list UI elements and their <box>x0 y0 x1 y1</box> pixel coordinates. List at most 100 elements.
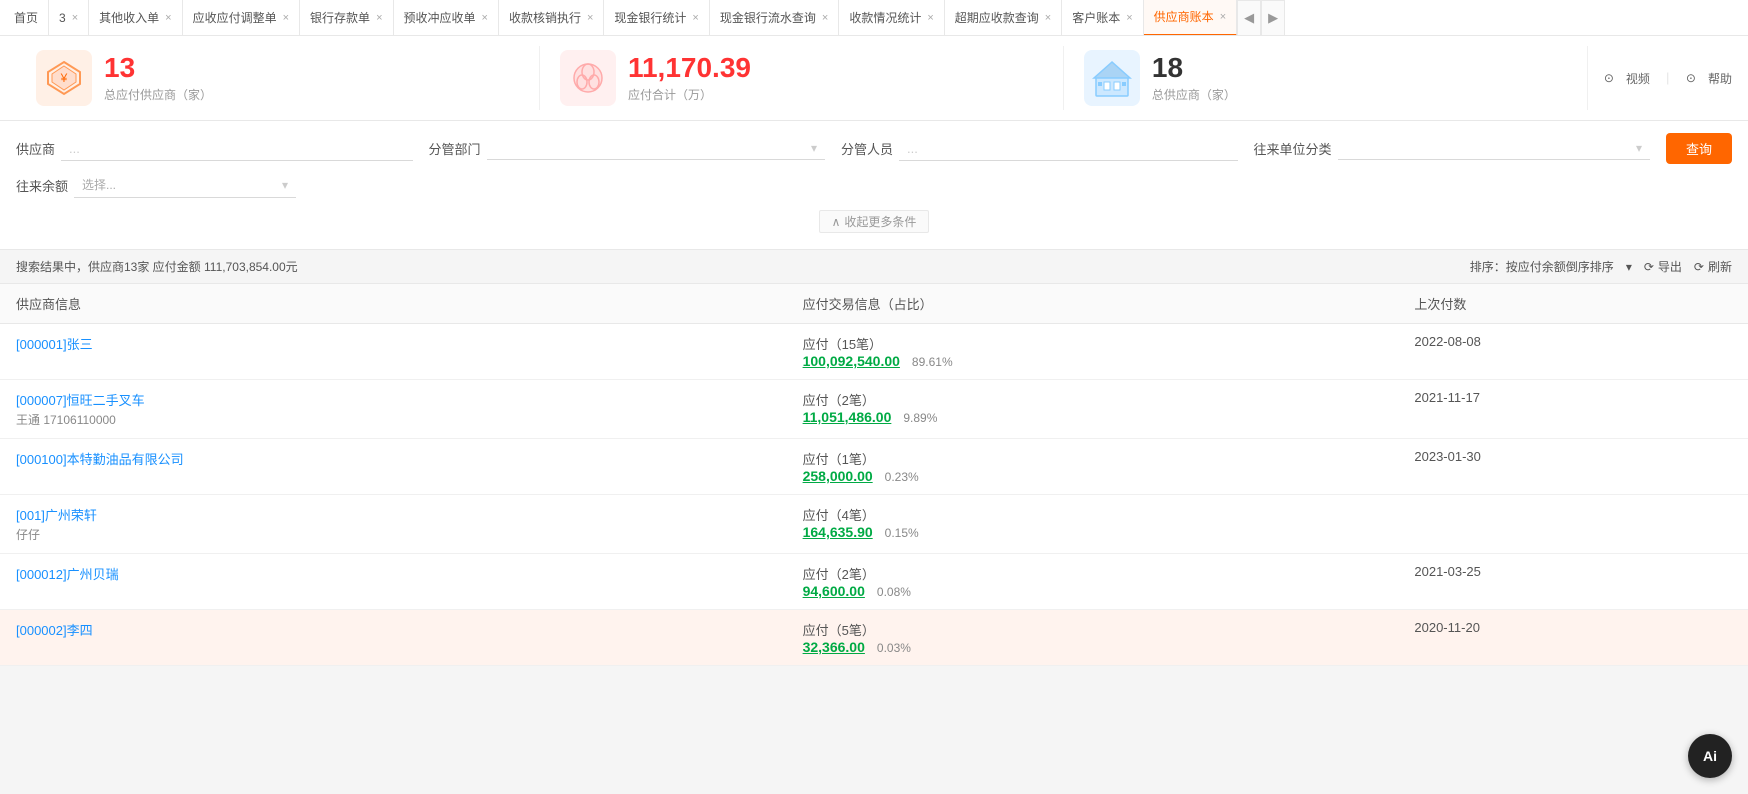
td-supplier-5: [000002]李四 <box>0 610 787 666</box>
nav-tab-supplier-ledger-label: 供应商账本 <box>1154 8 1214 25</box>
sort-label: 排序：按应付余额倒序排序 <box>1470 258 1614 275</box>
supplier-link-5[interactable]: [000002]李四 <box>16 623 93 638</box>
tx-pct-5: 0.03% <box>877 641 911 655</box>
tx-amount-4[interactable]: 94,600.00 <box>803 583 865 599</box>
person-label: 分管人员 <box>841 139 893 158</box>
results-actions: 排序：按应付余额倒序排序 ▾ ⟳ 导出 ⟳ 刷新 <box>1470 258 1732 275</box>
summary-bar: ¥ 13 总应付供应商（家） 11,170.39 应付合计（万） <box>0 36 1748 121</box>
tx-label-5: 应付（5笔） <box>803 620 1383 639</box>
balance-select[interactable]: 选择... ▾ <box>74 172 296 198</box>
td-last-pay-3 <box>1398 495 1748 554</box>
nav-tab-collection-close[interactable]: × <box>587 12 593 24</box>
nav-tab-adjustment-close[interactable]: × <box>283 12 289 24</box>
td-last-pay-2: 2023-01-30 <box>1398 439 1748 495</box>
nav-tab-overdue[interactable]: 超期应收款查询 × <box>945 0 1062 36</box>
nav-tab-home-label: 首页 <box>14 9 38 26</box>
nav-tab-overdue-close[interactable]: × <box>1045 12 1051 24</box>
nav-tab-cash-stats[interactable]: 现金银行统计 × <box>604 0 709 36</box>
payable-total-value: 11,170.39 <box>628 54 751 82</box>
supplier-link-2[interactable]: [000100]本特勤油品有限公司 <box>16 452 184 467</box>
balance-filter: 往来余额 选择... ▾ <box>16 172 296 198</box>
supplier-table: 供应商信息 应付交易信息（占比） 上次付数 [000001]张三 应付（15笔）1… <box>0 284 1748 666</box>
video-link[interactable]: 视频 <box>1626 70 1650 87</box>
nav-tab-other-income[interactable]: 其他收入单 × <box>89 0 182 36</box>
nav-tab-collection-stats-close[interactable]: × <box>927 12 933 24</box>
collapse-button[interactable]: ∧ 收起更多条件 <box>819 210 930 233</box>
nav-tab-adjustment[interactable]: 应收应付调整单 × <box>183 0 300 36</box>
nav-next-arrow[interactable]: ▶ <box>1261 0 1285 36</box>
tx-amount-5[interactable]: 32,366.00 <box>803 639 865 655</box>
tx-amount-3[interactable]: 164,635.90 <box>803 524 873 540</box>
summary-links: ⊙ 视频 ｜ ⊙ 帮助 <box>1588 70 1732 87</box>
supplier-link-3[interactable]: [001]广州荣轩 <box>16 508 97 523</box>
nav-tab-other-income-close[interactable]: × <box>165 12 171 24</box>
td-last-pay-5: 2020-11-20 <box>1398 610 1748 666</box>
filter-area: 供应商 分管部门 ▾ 分管人员 往来单位分类 ▾ 查询 往来余额 选择 <box>0 121 1748 250</box>
summary-payable-total: 11,170.39 应付合计（万） <box>540 46 1064 110</box>
nav-tab-3[interactable]: 3 × <box>49 0 89 36</box>
table-row: [000100]本特勤油品有限公司 应付（1笔）258,000.000.23%20… <box>0 439 1748 495</box>
filter-row-1: 供应商 分管部门 ▾ 分管人员 往来单位分类 ▾ 查询 <box>16 133 1732 164</box>
nav-tab-home[interactable]: 首页 <box>4 0 49 36</box>
supplier-link-4[interactable]: [000012]广州贝瑞 <box>16 567 119 582</box>
nav-tab-bank-deposit-close[interactable]: × <box>376 12 382 24</box>
nav-tab-customer-ledger-label: 客户账本 <box>1072 9 1120 26</box>
payable-suppliers-label: 总应付供应商（家） <box>104 86 212 103</box>
nav-tab-customer-ledger-close[interactable]: × <box>1126 12 1132 24</box>
tx-pct-3: 0.15% <box>885 526 919 540</box>
supplier-sub-1: 王通 17106110000 <box>16 411 771 428</box>
category-filter: 往来单位分类 ▾ <box>1254 137 1651 160</box>
tx-amount-1[interactable]: 11,051,486.00 <box>803 409 892 425</box>
refresh-button[interactable]: ⟳ 刷新 <box>1694 258 1732 275</box>
category-select[interactable]: ▾ <box>1338 137 1650 160</box>
supplier-input[interactable] <box>61 137 412 161</box>
collapse-up-icon: ∧ <box>832 215 841 229</box>
nav-tab-collection-stats[interactable]: 收款情况统计 × <box>839 0 944 36</box>
filter-row-2: 往来余额 选择... ▾ <box>16 172 1732 198</box>
nav-tab-customer-ledger[interactable]: 客户账本 × <box>1062 0 1143 36</box>
nav-tab-collection[interactable]: 收款核销执行 × <box>499 0 604 36</box>
nav-prev-arrow[interactable]: ◀ <box>1237 0 1261 36</box>
nav-tab-cash-stats-close[interactable]: × <box>692 12 698 24</box>
nav-tab-cash-flow[interactable]: 现金银行流水查询 × <box>710 0 839 36</box>
tx-pct-4: 0.08% <box>877 585 911 599</box>
summary-payable-suppliers: ¥ 13 总应付供应商（家） <box>16 46 540 110</box>
th-tx-info: 应付交易信息（占比） <box>787 284 1399 324</box>
refresh-icon: ⟳ <box>1694 260 1704 274</box>
person-input[interactable] <box>899 137 1237 161</box>
nav-tab-cash-stats-label: 现金银行统计 <box>614 9 686 26</box>
td-tx-4: 应付（2笔）94,600.000.08% <box>787 554 1399 610</box>
sort-chevron-icon: ▾ <box>1626 260 1632 274</box>
th-supplier-info: 供应商信息 <box>0 284 787 324</box>
table-row: [000001]张三应付（15笔）100,092,540.0089.61%202… <box>0 324 1748 380</box>
help-link[interactable]: 帮助 <box>1708 70 1732 87</box>
nav-tab-supplier-ledger[interactable]: 供应商账本 × <box>1144 0 1237 36</box>
nav-tab-advance-close[interactable]: × <box>482 12 488 24</box>
search-button[interactable]: 查询 <box>1666 133 1732 164</box>
td-tx-2: 应付（1笔）258,000.000.23% <box>787 439 1399 495</box>
table-row: [000012]广州贝瑞应付（2笔）94,600.000.08%2021-03-… <box>0 554 1748 610</box>
diamond-icon: ¥ <box>36 50 92 106</box>
nav-tab-3-close[interactable]: × <box>72 12 78 24</box>
export-button[interactable]: ⟳ 导出 <box>1644 258 1682 275</box>
tx-label-2: 应付（1笔） <box>803 449 1383 468</box>
balance-chevron-icon: ▾ <box>282 178 288 192</box>
nav-tab-supplier-ledger-close[interactable]: × <box>1220 11 1226 23</box>
balance-placeholder: 选择... <box>82 176 116 193</box>
td-tx-0: 应付（15笔）100,092,540.0089.61% <box>787 324 1399 380</box>
nav-tab-advance[interactable]: 预收冲应收单 × <box>394 0 499 36</box>
supplier-link-1[interactable]: [000007]恒旺二手叉车 <box>16 393 145 408</box>
th-last-pay: 上次付数 <box>1398 284 1748 324</box>
nav-tab-collection-stats-label: 收款情况统计 <box>849 9 921 26</box>
tx-amount-0[interactable]: 100,092,540.00 <box>803 353 900 369</box>
help-icon: ⊙ <box>1686 71 1696 85</box>
nav-tab-cash-flow-close[interactable]: × <box>822 12 828 24</box>
supplier-link-0[interactable]: [000001]张三 <box>16 337 93 352</box>
nav-tab-bank-deposit[interactable]: 银行存款单 × <box>300 0 393 36</box>
tx-amount-2[interactable]: 258,000.00 <box>803 468 873 484</box>
dept-select[interactable]: ▾ <box>487 137 825 160</box>
td-tx-3: 应付（4笔）164,635.900.15% <box>787 495 1399 554</box>
ai-button[interactable]: Ai <box>1688 734 1732 778</box>
tx-pct-1: 9.89% <box>903 411 937 425</box>
balance-label: 往来余额 <box>16 176 68 195</box>
